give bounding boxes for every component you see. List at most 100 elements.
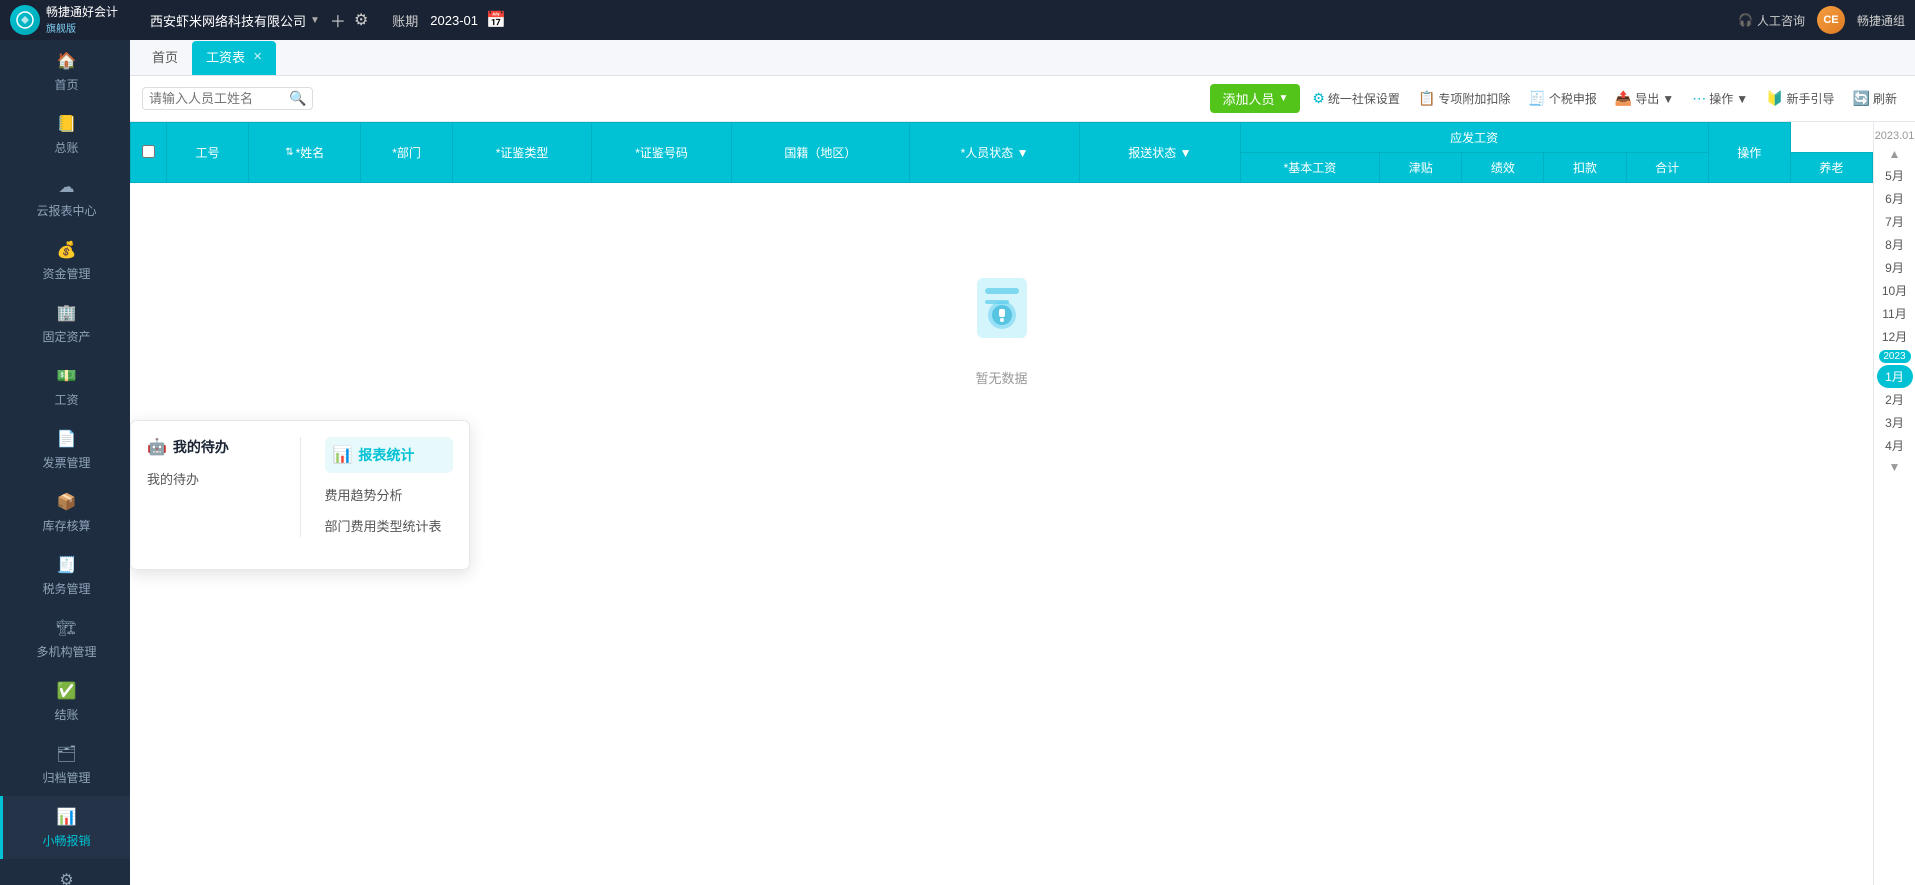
th-deduction: 扣款 (1544, 153, 1626, 183)
sidebar-item-multi-org[interactable]: 🏗 多机构管理 (0, 607, 130, 670)
sidebar-label-tax: 税务管理 (42, 580, 90, 597)
sidebar-item-home[interactable]: 🏠 首页 (0, 40, 130, 103)
month-7[interactable]: 7月 (1877, 210, 1913, 233)
popup-section2-title: 报表统计 (358, 445, 414, 465)
month-down-button[interactable]: ▼ (1881, 457, 1909, 477)
sidebar: 🏠 首页 📒 总账 ☁ 云报表中心 💰 资金管理 🏢 固定资产 💵 工资 📄 发… (0, 40, 130, 885)
th-emp-no: 工号 (167, 123, 249, 183)
popup-section1-title: 我的待办 (173, 437, 229, 457)
year-badge-2023: 2023 (1879, 350, 1911, 363)
th-total: 合计 (1626, 153, 1708, 183)
month-year-label: 2023.01 (1874, 130, 1915, 142)
refresh-button[interactable]: 🔄 刷新 (1847, 86, 1903, 111)
salary-icon: 💵 (56, 365, 78, 387)
filter-icon-report-status[interactable]: ▼ (1180, 146, 1192, 160)
main-layout: 🏠 首页 📒 总账 ☁ 云报表中心 💰 资金管理 🏢 固定资产 💵 工资 📄 发… (0, 40, 1915, 885)
add-button[interactable]: ＋ (330, 8, 346, 32)
tab-home-label: 首页 (152, 47, 178, 66)
personal-tax-label: 个税申报 (1549, 90, 1597, 107)
home-icon: 🏠 (56, 50, 78, 72)
fixed-asset-icon: 🏢 (56, 302, 78, 324)
popup-item-dept-cost[interactable]: 部门费用类型统计表 (325, 514, 454, 537)
company-name: 西安虾米网络科技有限公司 (150, 11, 306, 30)
sidebar-label-expense: 小畅报销 (42, 832, 90, 849)
popup-item-my-pending[interactable]: 我的待办 (147, 467, 276, 490)
month-9[interactable]: 9月 (1877, 256, 1913, 279)
export-button[interactable]: 📤 导出 ▼ (1609, 86, 1680, 111)
sidebar-item-ledger[interactable]: 📒 总账 (0, 103, 130, 166)
month-10[interactable]: 10月 (1877, 279, 1913, 302)
sidebar-item-invoice[interactable]: 📄 发票管理 (0, 418, 130, 481)
tab-salary[interactable]: 工资表 ✕ (192, 41, 276, 75)
month-6[interactable]: 6月 (1877, 187, 1913, 210)
th-operations: 操作 (1708, 123, 1790, 183)
month-3[interactable]: 3月 (1877, 411, 1913, 434)
inventory-icon: 📦 (56, 491, 78, 513)
tab-home[interactable]: 首页 (138, 41, 192, 75)
sidebar-item-archive[interactable]: 🗂 归档管理 (0, 733, 130, 796)
tax-icon: 🧾 (56, 554, 78, 576)
month-8[interactable]: 8月 (1877, 233, 1913, 256)
month-11[interactable]: 11月 (1877, 302, 1913, 325)
export-icon: 📤 (1615, 90, 1632, 107)
popup-col-report: 📊 报表统计 费用趋势分析 部门费用类型统计表 (325, 437, 454, 537)
add-person-chevron-icon: ▼ (1278, 93, 1288, 104)
tax-deduct-icon: 📋 (1418, 90, 1435, 107)
sidebar-label-multi-org: 多机构管理 (36, 643, 96, 660)
sidebar-item-inventory[interactable]: 📦 库存核算 (0, 481, 130, 544)
month-1[interactable]: 1月 (1877, 365, 1913, 388)
top-header: 畅捷通好会计 旗舰版 西安虾米网络科技有限公司 ▼ ＋ ⚙ 账期 2023-01… (0, 0, 1915, 40)
period-label: 账期 (392, 11, 418, 30)
sidebar-item-fund[interactable]: 💰 资金管理 (0, 229, 130, 292)
calendar-icon[interactable]: 📅 (486, 10, 506, 30)
fund-icon: 💰 (56, 239, 78, 261)
month-up-button[interactable]: ▲ (1881, 144, 1909, 164)
archive-icon: 🗂 (56, 743, 78, 765)
header-actions: ＋ ⚙ 账期 2023-01 📅 (330, 8, 506, 32)
sidebar-item-tax[interactable]: 🧾 税务管理 (0, 544, 130, 607)
personal-tax-button[interactable]: 🧾 个税申报 (1522, 86, 1602, 111)
tax-deduct-button[interactable]: 📋 专项附加扣除 (1412, 86, 1516, 111)
popup-item-cost-trend[interactable]: 费用趋势分析 (325, 483, 454, 506)
month-2[interactable]: 2月 (1877, 388, 1913, 411)
popup-section-title-report: 📊 报表统计 (325, 437, 454, 473)
month-5[interactable]: 5月 (1877, 164, 1913, 187)
new-guide-button[interactable]: 🔰 新手引导 (1760, 86, 1840, 111)
sidebar-item-basic-settings[interactable]: ⚙ 基础设置 (0, 859, 130, 885)
new-guide-label: 新手引导 (1787, 90, 1835, 107)
logo-title: 畅捷通好会计 (46, 5, 118, 19)
support-button[interactable]: 🎧 人工咨询 (1738, 12, 1805, 29)
search-input[interactable] (149, 91, 289, 106)
th-id-type: *证鉴类型 (452, 123, 592, 183)
sidebar-item-checkout[interactable]: ✅ 结账 (0, 670, 130, 733)
headphone-icon: 🎧 (1738, 13, 1753, 27)
sort-icon: ⇅ (285, 147, 293, 158)
operations-chevron-icon: ▼ (1736, 92, 1748, 106)
social-security-button[interactable]: ⚙ 统一社保设置 (1306, 86, 1406, 111)
tab-close-icon[interactable]: ✕ (253, 50, 262, 63)
sidebar-item-fixed-asset[interactable]: 🏢 固定资产 (0, 292, 130, 355)
settings-button[interactable]: ⚙ (354, 10, 368, 30)
select-all-checkbox[interactable] (142, 145, 155, 158)
sidebar-label-archive: 归档管理 (42, 769, 90, 786)
sidebar-item-salary[interactable]: 💵 工资 (0, 355, 130, 418)
operations-button[interactable]: ⋯ 操作 ▼ (1686, 86, 1754, 111)
operations-icon: ⋯ (1692, 90, 1706, 107)
sidebar-item-expense[interactable]: 📊 小畅报销 (0, 796, 130, 859)
user-initials: CE (1823, 14, 1838, 26)
month-12[interactable]: 12月 (1877, 325, 1913, 348)
th-dept: *部门 (361, 123, 452, 183)
sidebar-label-salary: 工资 (54, 391, 78, 408)
company-selector[interactable]: 西安虾米网络科技有限公司 ▼ (150, 11, 320, 30)
export-label: 导出 (1635, 90, 1659, 107)
filter-icon-person-status[interactable]: ▼ (1017, 146, 1029, 160)
popup-menu-header: 🤖 我的待办 我的待办 📊 报表统计 费用趋势分析 部门费用类型统 (147, 437, 453, 537)
th-checkbox[interactable] (131, 123, 167, 183)
sidebar-item-cloud-report[interactable]: ☁ 云报表中心 (0, 166, 130, 229)
month-4[interactable]: 4月 (1877, 434, 1913, 457)
add-person-button[interactable]: 添加人员 ▼ (1210, 84, 1300, 113)
sidebar-label-invoice: 发票管理 (42, 454, 90, 471)
user-name: 畅捷通组 (1857, 12, 1905, 29)
sidebar-label-fund: 资金管理 (42, 265, 90, 282)
logo-icon (10, 5, 40, 35)
